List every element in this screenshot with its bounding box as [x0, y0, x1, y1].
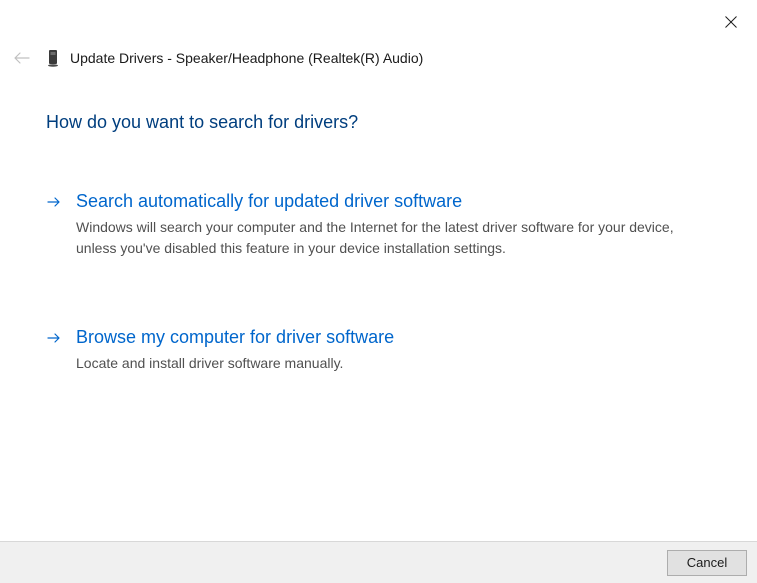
close-icon — [725, 16, 737, 28]
close-button[interactable] — [721, 12, 741, 32]
option-browse-computer[interactable]: Browse my computer for driver software L… — [46, 320, 697, 380]
footer: Cancel — [0, 541, 757, 583]
arrow-right-icon — [46, 328, 62, 348]
device-icon — [46, 49, 60, 67]
back-arrow-icon — [14, 52, 30, 64]
option-search-automatically[interactable]: Search automatically for updated driver … — [46, 184, 697, 264]
cancel-button[interactable]: Cancel — [667, 550, 747, 576]
window-title: Update Drivers - Speaker/Headphone (Real… — [70, 50, 423, 66]
option-description: Locate and install driver software manua… — [76, 353, 697, 373]
option-title: Search automatically for updated driver … — [76, 190, 697, 213]
option-description: Windows will search your computer and th… — [76, 217, 697, 258]
page-heading: How do you want to search for drivers? — [46, 112, 358, 133]
arrow-right-icon — [46, 192, 62, 212]
back-button[interactable] — [12, 48, 32, 68]
header: Update Drivers - Speaker/Headphone (Real… — [12, 48, 423, 68]
option-title: Browse my computer for driver software — [76, 326, 697, 349]
